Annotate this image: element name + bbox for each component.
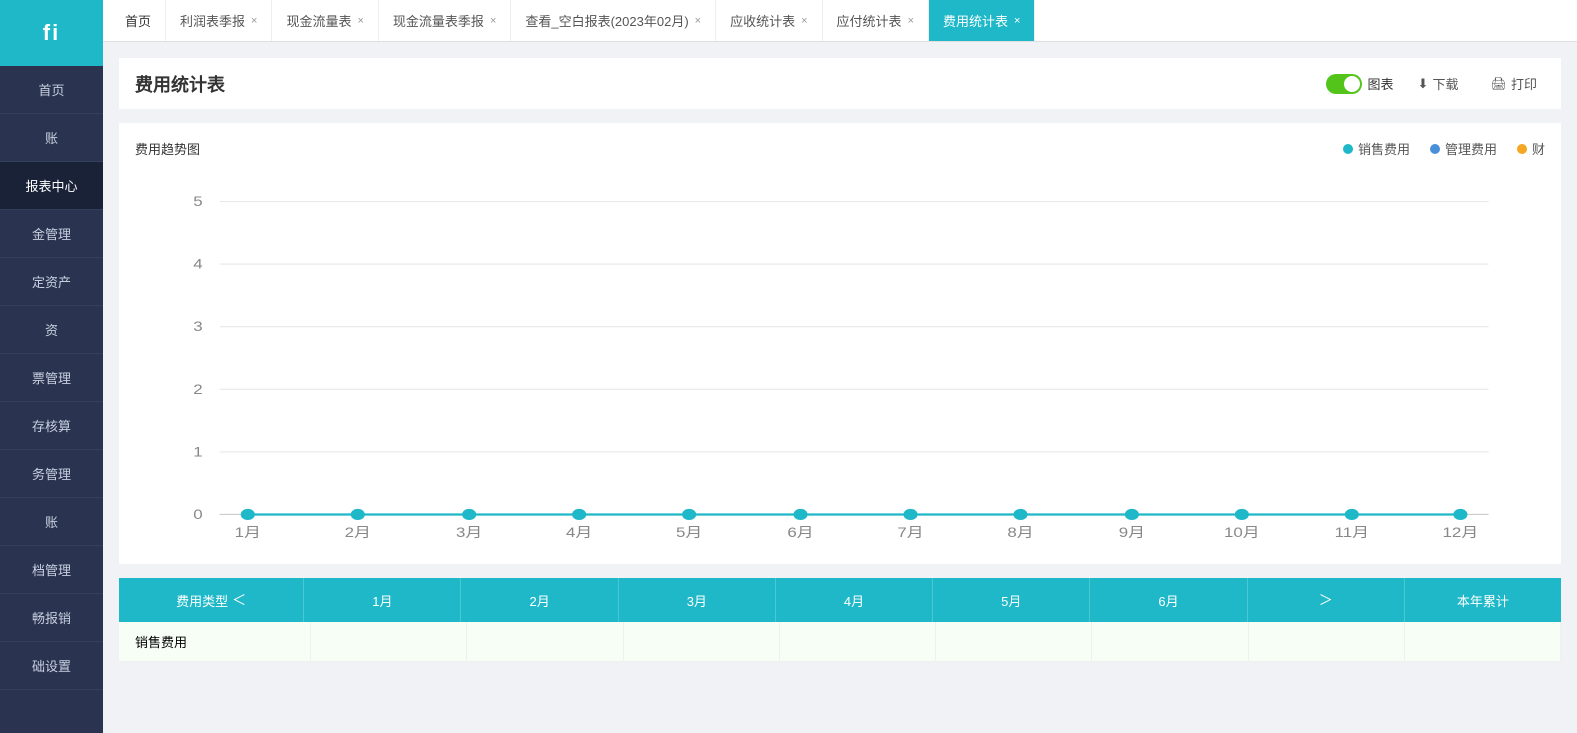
svg-text:1: 1 — [193, 445, 202, 460]
td-sales-m2 — [467, 622, 623, 661]
chart-section: 费用趋势图 销售费用 管理费用 财 — [119, 123, 1561, 564]
close-tab-6[interactable]: × — [908, 15, 914, 27]
tab-payable[interactable]: 应付统计表 × — [823, 0, 929, 42]
legend-finance: 财 — [1517, 139, 1545, 158]
sidebar-item-account[interactable]: 账 — [0, 114, 103, 162]
svg-text:0: 0 — [193, 508, 202, 523]
svg-text:3: 3 — [193, 320, 202, 335]
th-type: 费用类型 ＜ — [119, 578, 304, 622]
legend-label-finance: 财 — [1532, 139, 1545, 158]
table-header-row: 费用类型 ＜ 1月 2月 3月 4月 5月 — [119, 578, 1561, 622]
legend-dot-finance — [1517, 144, 1527, 154]
svg-text:9月: 9月 — [1119, 525, 1145, 540]
tab-cashflow-quarterly[interactable]: 现金流量表季报 × — [379, 0, 511, 42]
table-section: 费用类型 ＜ 1月 2月 3月 4月 5月 — [119, 578, 1561, 662]
svg-text:3月: 3月 — [456, 525, 482, 540]
download-button[interactable]: ⬇ 下载 — [1410, 70, 1467, 97]
legend-label-sales: 销售费用 — [1358, 139, 1410, 158]
legend-label-management: 管理费用 — [1445, 139, 1497, 158]
th-yearly-total: 本年累计 — [1405, 578, 1561, 622]
tab-receivable[interactable]: 应收统计表 × — [716, 0, 822, 42]
page-title: 费用统计表 — [135, 71, 225, 97]
td-sales-type: 销售费用 — [119, 622, 311, 661]
svg-text:12月: 12月 — [1443, 525, 1479, 540]
sidebar-item-expense[interactable]: 畅报销 — [0, 594, 103, 642]
td-sales-next — [1249, 622, 1405, 661]
download-icon: ⬇ — [1418, 76, 1429, 92]
page-header: 费用统计表 图表 ⬇ 下载 🖨 打印 — [119, 58, 1561, 109]
svg-text:11月: 11月 — [1335, 525, 1369, 540]
chart-title: 费用趋势图 — [135, 139, 200, 158]
svg-text:4月: 4月 — [566, 525, 592, 540]
close-tab-2[interactable]: × — [357, 15, 363, 27]
chart-svg: 5 4 3 2 1 0 — [135, 168, 1545, 548]
td-sales-total — [1405, 622, 1561, 661]
sidebar-item-inventory[interactable]: 存核算 — [0, 402, 103, 450]
legend-management: 管理费用 — [1430, 139, 1497, 158]
table-row-sales: 销售费用 — [119, 622, 1561, 662]
td-sales-m6 — [1092, 622, 1248, 661]
print-icon: 🖨 — [1490, 76, 1507, 92]
svg-text:5月: 5月 — [676, 525, 702, 540]
svg-text:8月: 8月 — [1007, 525, 1033, 540]
svg-text:4: 4 — [193, 257, 203, 272]
svg-text:2: 2 — [193, 382, 202, 397]
legend-sales: 销售费用 — [1343, 139, 1410, 158]
page-content: 费用统计表 图表 ⬇ 下载 🖨 打印 费用趋势图 — [103, 42, 1577, 733]
close-tab-1[interactable]: × — [251, 15, 257, 27]
legend-dot-sales — [1343, 144, 1353, 154]
td-sales-m1 — [311, 622, 467, 661]
th-month-4: 4月 — [776, 578, 933, 622]
td-sales-m3 — [624, 622, 780, 661]
svg-text:10月: 10月 — [1224, 525, 1260, 540]
legend-dot-management — [1430, 144, 1440, 154]
th-month-3: 3月 — [619, 578, 776, 622]
sidebar-item-investment[interactable]: 资 — [0, 306, 103, 354]
th-month-2: 2月 — [461, 578, 618, 622]
sidebar-item-assets[interactable]: 定资产 — [0, 258, 103, 306]
tab-cashflow[interactable]: 现金流量表 × — [272, 0, 378, 42]
prev-nav-arrow[interactable]: ＜ — [232, 590, 246, 610]
page-actions: 图表 ⬇ 下载 🖨 打印 — [1326, 70, 1545, 97]
sidebar-item-settings[interactable]: 础设置 — [0, 642, 103, 690]
sidebar-item-ledger[interactable]: 账 — [0, 498, 103, 546]
tab-home[interactable]: 首页 — [111, 0, 166, 42]
sidebar-item-archive[interactable]: 档管理 — [0, 546, 103, 594]
th-month-5: 5月 — [933, 578, 1090, 622]
tab-profit-quarterly[interactable]: 利润表季报 × — [166, 0, 272, 42]
chart-legend: 销售费用 管理费用 财 — [1343, 139, 1545, 158]
close-tab-5[interactable]: × — [801, 15, 807, 27]
close-tab-4[interactable]: × — [695, 15, 701, 27]
svg-text:2月: 2月 — [345, 525, 371, 540]
tabs-bar: 首页 利润表季报 × 现金流量表 × 现金流量表季报 × 查看_空白报表(202… — [103, 0, 1577, 42]
chart-header: 费用趋势图 销售费用 管理费用 财 — [135, 139, 1545, 158]
sidebar-item-tickets[interactable]: 票管理 — [0, 354, 103, 402]
svg-text:5: 5 — [193, 195, 202, 210]
chart-toggle-label: 图表 — [1326, 74, 1394, 94]
svg-text:6月: 6月 — [787, 525, 813, 540]
svg-text:1月: 1月 — [235, 525, 261, 540]
tab-blank-report[interactable]: 查看_空白报表(2023年02月) × — [511, 0, 716, 42]
chart-container: 5 4 3 2 1 0 — [135, 168, 1545, 548]
sidebar-item-service[interactable]: 务管理 — [0, 450, 103, 498]
close-tab-7[interactable]: × — [1014, 15, 1020, 27]
close-tab-3[interactable]: × — [490, 15, 496, 27]
main-content: 首页 利润表季报 × 现金流量表 × 现金流量表季报 × 查看_空白报表(202… — [103, 0, 1577, 733]
chart-toggle-text: 图表 — [1368, 74, 1394, 93]
print-button[interactable]: 🖨 打印 — [1482, 70, 1545, 97]
th-month-6: 6月 — [1090, 578, 1247, 622]
sidebar-item-reports[interactable]: 报表中心 — [0, 162, 103, 210]
svg-text:7月: 7月 — [897, 525, 923, 540]
sidebar-item-home[interactable]: 首页 — [0, 66, 103, 114]
next-nav-arrow[interactable]: ＞ — [1319, 590, 1333, 610]
sidebar-logo: fi — [0, 0, 103, 66]
chart-toggle[interactable] — [1326, 74, 1362, 94]
th-next-nav: ＞ — [1248, 578, 1405, 622]
th-month-1: 1月 — [304, 578, 461, 622]
td-sales-m5 — [936, 622, 1092, 661]
sidebar: fi 首页 账 报表中心 金管理 定资产 资 票管理 存核算 务管理 账 档管理… — [0, 0, 103, 733]
tab-expense-stats[interactable]: 费用统计表 × — [929, 0, 1035, 42]
td-sales-m4 — [780, 622, 936, 661]
sidebar-item-finance[interactable]: 金管理 — [0, 210, 103, 258]
